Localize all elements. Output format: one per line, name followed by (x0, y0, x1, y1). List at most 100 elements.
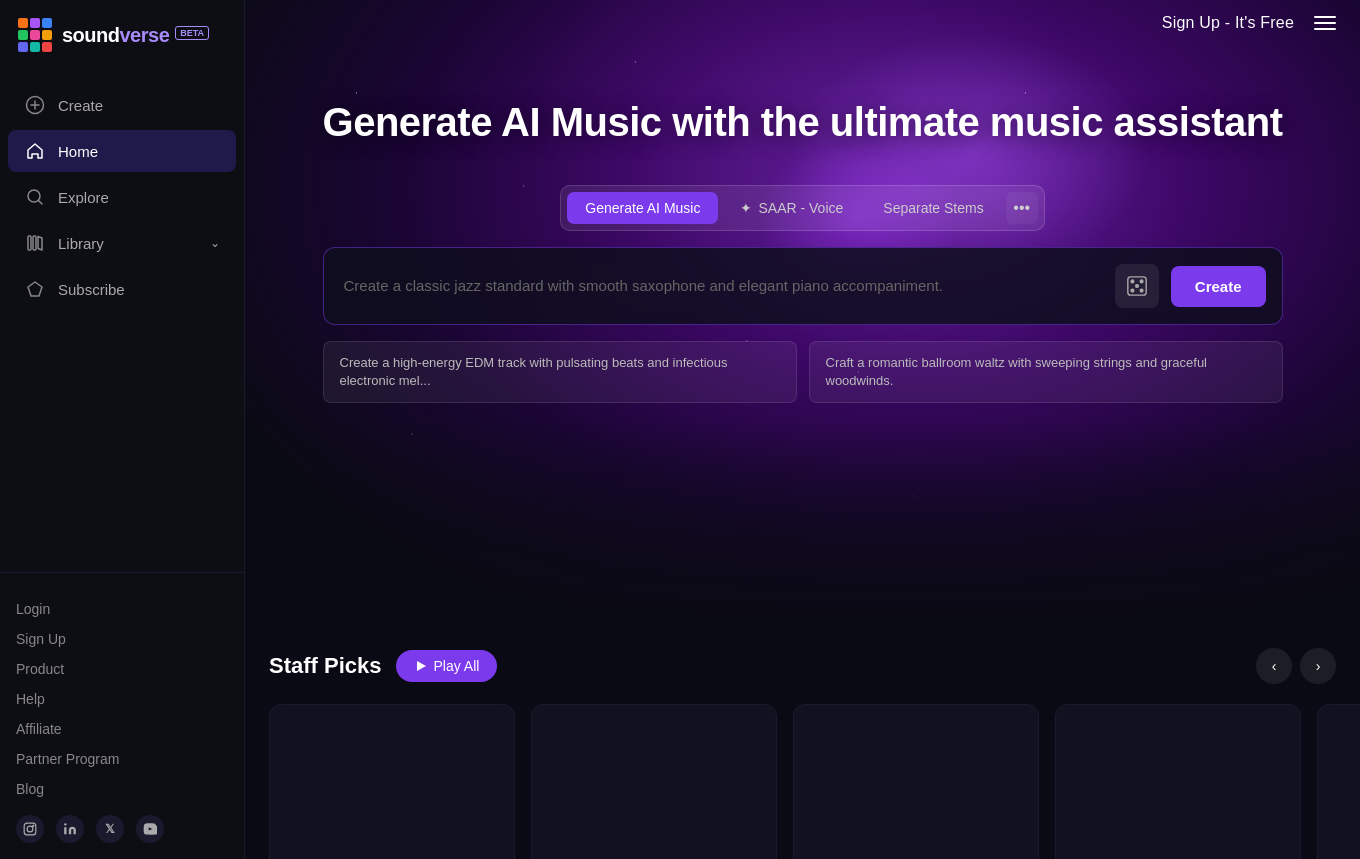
svg-rect-6 (18, 42, 28, 52)
prompt-container: Create Create a high-energy EDM track wi… (323, 247, 1283, 403)
sidebar-item-explore-label: Explore (58, 189, 220, 206)
menu-line-1 (1314, 16, 1336, 18)
create-button[interactable]: Create (1171, 266, 1266, 307)
svg-point-19 (33, 825, 34, 826)
sidebar-item-explore[interactable]: Explore (8, 176, 236, 218)
library-chevron-icon: ⌄ (210, 236, 220, 250)
partner-link[interactable]: Partner Program (16, 747, 228, 771)
svg-rect-7 (30, 42, 40, 52)
home-icon (24, 140, 46, 162)
tab-generate-label: Generate AI Music (585, 200, 700, 216)
prompt-box: Create (323, 247, 1283, 325)
svg-point-22 (1131, 280, 1134, 283)
sidebar-nav: Create Home Explore (0, 74, 244, 564)
music-card-3[interactable] (793, 704, 1039, 859)
signup-button[interactable]: Sign Up - It's Free (1162, 14, 1294, 32)
sparkle-icon: ✦ (740, 200, 752, 216)
music-card-1[interactable] (269, 704, 515, 859)
music-card-2[interactable] (531, 704, 777, 859)
svg-point-25 (1140, 289, 1143, 292)
svg-rect-2 (42, 18, 52, 28)
play-all-button[interactable]: Play All (396, 650, 498, 682)
sidebar-item-home[interactable]: Home (8, 130, 236, 172)
sidebar-item-create[interactable]: Create (8, 84, 236, 126)
prompt-input[interactable] (344, 275, 1103, 298)
music-cards (269, 704, 1336, 859)
create-icon (24, 94, 46, 116)
main-content: Sign Up - It's Free Generate AI Music wi… (245, 0, 1360, 859)
beta-badge: BETA (175, 26, 209, 40)
suggestion-waltz[interactable]: Craft a romantic ballroom waltz with swe… (809, 341, 1283, 403)
tab-saar-voice[interactable]: ✦ SAAR - Voice (722, 192, 861, 224)
social-icons: 𝕏 (16, 815, 228, 843)
next-arrow-button[interactable]: › (1300, 648, 1336, 684)
svg-marker-27 (417, 661, 426, 671)
dice-button[interactable] (1115, 264, 1159, 308)
svg-rect-5 (42, 30, 52, 40)
menu-line-2 (1314, 22, 1336, 24)
svg-rect-17 (24, 823, 36, 835)
logo-text: soundverse BETA (62, 24, 209, 47)
suggestion-edm[interactable]: Create a high-energy EDM track with puls… (323, 341, 797, 403)
sidebar-item-subscribe-label: Subscribe (58, 281, 220, 298)
svg-point-26 (1135, 285, 1138, 288)
topbar-actions: Sign Up - It's Free (1162, 12, 1340, 34)
menu-line-3 (1314, 28, 1336, 30)
section-header: Staff Picks Play All ‹ › (269, 648, 1336, 684)
linkedin-icon[interactable] (56, 815, 84, 843)
svg-point-24 (1131, 289, 1134, 292)
tab-generate-ai-music[interactable]: Generate AI Music (567, 192, 718, 224)
logo-name: soundverse (62, 24, 169, 47)
blog-link[interactable]: Blog (16, 777, 228, 801)
youtube-icon[interactable] (136, 815, 164, 843)
twitter-x-icon[interactable]: 𝕏 (96, 815, 124, 843)
svg-rect-8 (42, 42, 52, 52)
tab-separate-stems[interactable]: Separate Stems (865, 192, 1001, 224)
affiliate-link[interactable]: Affiliate (16, 717, 228, 741)
more-options-button[interactable]: ••• (1006, 192, 1038, 224)
hero-content: Generate AI Music with the ultimate musi… (245, 0, 1360, 403)
hero-overlay (245, 420, 1360, 620)
svg-line-13 (39, 201, 43, 205)
svg-point-20 (64, 823, 66, 825)
staff-picks-section: Staff Picks Play All ‹ › (245, 620, 1360, 859)
play-icon (414, 659, 428, 673)
logo: soundverse BETA (0, 0, 244, 74)
sidebar-item-library-label: Library (58, 235, 198, 252)
navigation-arrows: ‹ › (1256, 648, 1336, 684)
svg-rect-1 (30, 18, 40, 28)
login-link[interactable]: Login (16, 597, 228, 621)
help-link[interactable]: Help (16, 687, 228, 711)
tool-tabs: Generate AI Music ✦ SAAR - Voice Separat… (560, 185, 1044, 231)
svg-point-23 (1140, 280, 1143, 283)
sidebar-item-subscribe[interactable]: Subscribe (8, 268, 236, 310)
hamburger-menu-button[interactable] (1310, 12, 1340, 34)
svg-rect-3 (18, 30, 28, 40)
library-icon (24, 232, 46, 254)
sidebar-divider (0, 572, 244, 573)
music-card-4[interactable] (1055, 704, 1301, 859)
play-all-label: Play All (434, 658, 480, 674)
svg-rect-0 (18, 18, 28, 28)
hero-section: Generate AI Music with the ultimate musi… (245, 0, 1360, 620)
music-card-5-partial[interactable] (1317, 704, 1360, 859)
sidebar-item-create-label: Create (58, 97, 220, 114)
signup-link[interactable]: Sign Up (16, 627, 228, 651)
sidebar-item-home-label: Home (58, 143, 220, 160)
search-icon (24, 186, 46, 208)
suggestions: Create a high-energy EDM track with puls… (323, 341, 1283, 403)
section-title: Staff Picks (269, 653, 382, 679)
sidebar-item-library[interactable]: Library ⌄ (8, 222, 236, 264)
instagram-icon[interactable] (16, 815, 44, 843)
sidebar: soundverse BETA Create Home (0, 0, 245, 859)
tab-stems-label: Separate Stems (883, 200, 983, 216)
svg-rect-15 (33, 236, 36, 250)
more-dots-icon: ••• (1013, 199, 1030, 217)
topbar: Sign Up - It's Free (245, 0, 1360, 46)
svg-rect-14 (28, 236, 31, 250)
product-link[interactable]: Product (16, 657, 228, 681)
previous-arrow-button[interactable]: ‹ (1256, 648, 1292, 684)
svg-rect-4 (30, 30, 40, 40)
section-title-group: Staff Picks Play All (269, 650, 497, 682)
diamond-icon (24, 278, 46, 300)
